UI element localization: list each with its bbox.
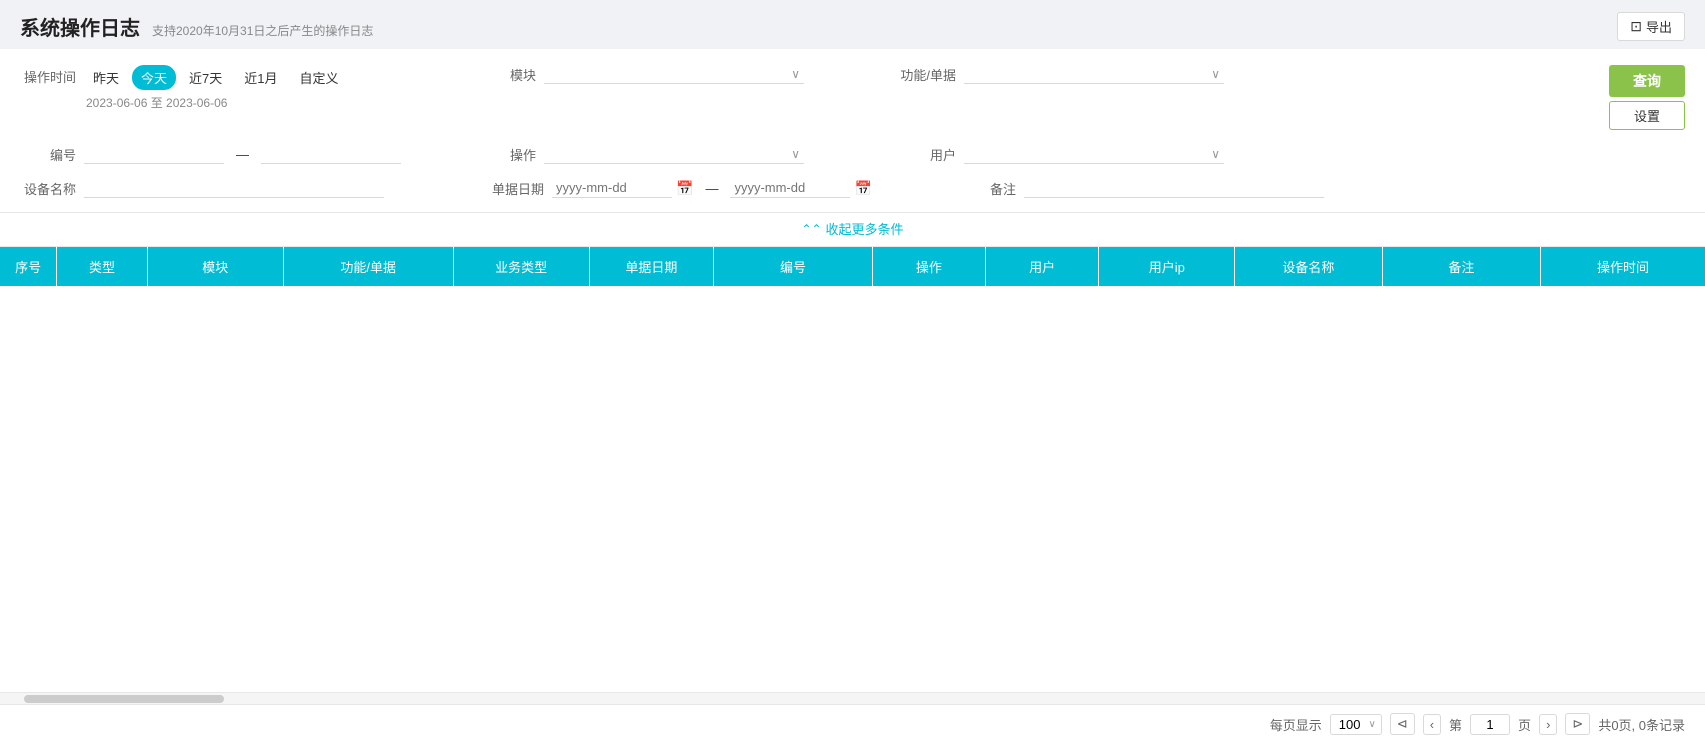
page-size-label: 每页显示 bbox=[1270, 715, 1322, 734]
total-info: 共0页, 0条记录 bbox=[1598, 715, 1685, 734]
page-number-input[interactable] bbox=[1470, 714, 1510, 735]
col-device: 设备名称 bbox=[1235, 247, 1382, 286]
number-label: 编号 bbox=[20, 145, 76, 164]
settings-button[interactable]: 设置 bbox=[1609, 101, 1685, 130]
time-btn-yesterday[interactable]: 昨天 bbox=[84, 65, 128, 90]
query-button[interactable]: 查询 bbox=[1609, 65, 1685, 97]
page-size-wrapper: 50 100 200 bbox=[1330, 714, 1382, 735]
page-size-select[interactable]: 50 100 200 bbox=[1330, 714, 1382, 735]
function-label: 功能/单据 bbox=[900, 65, 956, 84]
module-chevron-icon: ∨ bbox=[791, 67, 800, 81]
doc-date-start-group: 📅 bbox=[552, 178, 693, 198]
table-wrapper: 序号 类型 模块 功能/单据 业务类型 单据日期 编号 操作 用户 用户ip 设… bbox=[0, 247, 1705, 692]
number-input-end[interactable] bbox=[261, 144, 401, 164]
scrollbar-thumb[interactable] bbox=[24, 695, 224, 703]
time-btn-today[interactable]: 今天 bbox=[132, 65, 176, 90]
time-filter-group: 操作时间 昨天 今天 近7天 近1月 自定义 2023-06-06 至 2023… bbox=[20, 65, 440, 111]
operation-filter: 操作 ∨ bbox=[480, 145, 860, 164]
col-op: 操作 bbox=[872, 247, 985, 286]
page-first-button[interactable]: ⊲ bbox=[1390, 713, 1415, 735]
collapse-label: 收起更多条件 bbox=[826, 219, 904, 238]
time-options: 昨天 今天 近7天 近1月 自定义 2023-06-06 至 2023-06-0… bbox=[84, 65, 348, 111]
col-code: 编号 bbox=[714, 247, 873, 286]
collapse-icon: ⌃⌃ bbox=[801, 222, 821, 236]
doc-date-end-input[interactable] bbox=[730, 178, 850, 198]
operation-chevron-icon: ∨ bbox=[791, 147, 800, 161]
calendar-start-icon[interactable]: 📅 bbox=[676, 180, 693, 197]
page-wrapper: 系统操作日志 支持2020年10月31日之后产生的操作日志 ⊡ 导出 操作时间 … bbox=[0, 0, 1705, 743]
col-module: 模块 bbox=[147, 247, 283, 286]
function-filter: 功能/单据 ∨ bbox=[900, 65, 1609, 84]
function-select[interactable]: ∨ bbox=[964, 65, 1224, 84]
calendar-end-icon[interactable]: 📅 bbox=[854, 180, 871, 197]
page-last-button[interactable]: ⊳ bbox=[1565, 713, 1590, 735]
action-buttons: 查询 设置 bbox=[1609, 65, 1685, 130]
function-chevron-icon: ∨ bbox=[1211, 67, 1220, 81]
doc-date-dash: — bbox=[705, 181, 718, 196]
page-label: 第 bbox=[1449, 715, 1462, 734]
device-filter: 设备名称 bbox=[20, 178, 440, 198]
device-label: 设备名称 bbox=[20, 179, 76, 198]
collapse-bar[interactable]: ⌃⌃ 收起更多条件 bbox=[0, 213, 1705, 247]
collapse-button[interactable]: ⌃⌃ 收起更多条件 bbox=[801, 219, 903, 238]
user-select[interactable]: ∨ bbox=[964, 145, 1224, 164]
doc-date-label: 单据日期 bbox=[480, 179, 544, 198]
col-seq: 序号 bbox=[0, 247, 57, 286]
operation-label: 操作 bbox=[480, 145, 536, 164]
module-label: 模块 bbox=[480, 65, 536, 84]
user-chevron-icon: ∨ bbox=[1211, 147, 1220, 161]
col-time: 操作时间 bbox=[1541, 247, 1705, 286]
number-input-start[interactable] bbox=[84, 144, 224, 164]
device-input[interactable] bbox=[84, 178, 384, 198]
remark-input[interactable] bbox=[1024, 178, 1324, 198]
col-biz: 业务类型 bbox=[453, 247, 589, 286]
page-unit: 页 bbox=[1518, 715, 1531, 734]
pagination-bar: 每页显示 50 100 200 ⊲ ‹ 第 页 › ⊳ 共0页, 0条记录 bbox=[0, 704, 1705, 743]
doc-date-filter: 单据日期 📅 — 📅 bbox=[480, 178, 920, 198]
doc-date-end-group: 📅 bbox=[730, 178, 871, 198]
remark-label: 备注 bbox=[960, 179, 1016, 198]
doc-date-start-input[interactable] bbox=[552, 178, 672, 198]
page-prev-button[interactable]: ‹ bbox=[1423, 714, 1441, 735]
col-remark: 备注 bbox=[1382, 247, 1541, 286]
number-dash: — bbox=[236, 147, 249, 162]
operation-select[interactable]: ∨ bbox=[544, 145, 804, 164]
export-label: 导出 bbox=[1646, 17, 1672, 36]
page-subtitle: 支持2020年10月31日之后产生的操作日志 bbox=[152, 22, 373, 39]
col-type: 类型 bbox=[57, 247, 148, 286]
export-button[interactable]: ⊡ 导出 bbox=[1617, 12, 1685, 41]
time-btn-1month[interactable]: 近1月 bbox=[235, 65, 286, 90]
export-icon: ⊡ bbox=[1630, 18, 1642, 35]
col-user: 用户 bbox=[986, 247, 1099, 286]
scrollbar-area[interactable] bbox=[0, 692, 1705, 704]
remark-filter: 备注 bbox=[960, 178, 1685, 198]
time-buttons: 昨天 今天 近7天 近1月 自定义 bbox=[84, 65, 348, 90]
time-label: 操作时间 bbox=[20, 65, 76, 86]
time-date-range: 2023-06-06 至 2023-06-06 bbox=[84, 94, 348, 111]
col-func: 功能/单据 bbox=[283, 247, 453, 286]
user-label: 用户 bbox=[900, 145, 956, 164]
page-title: 系统操作日志 bbox=[20, 12, 140, 41]
col-date: 单据日期 bbox=[589, 247, 714, 286]
col-ip: 用户ip bbox=[1099, 247, 1235, 286]
data-table: 序号 类型 模块 功能/单据 业务类型 单据日期 编号 操作 用户 用户ip 设… bbox=[0, 247, 1705, 286]
header-left: 系统操作日志 支持2020年10月31日之后产生的操作日志 bbox=[20, 12, 373, 41]
time-btn-custom[interactable]: 自定义 bbox=[291, 65, 348, 90]
user-filter: 用户 ∨ bbox=[900, 145, 1685, 164]
page-header: 系统操作日志 支持2020年10月31日之后产生的操作日志 ⊡ 导出 bbox=[0, 0, 1705, 49]
table-header-row: 序号 类型 模块 功能/单据 业务类型 单据日期 编号 操作 用户 用户ip 设… bbox=[0, 247, 1705, 286]
module-select[interactable]: ∨ bbox=[544, 65, 804, 84]
module-filter: 模块 ∨ bbox=[480, 65, 860, 84]
number-filter: 编号 — bbox=[20, 144, 440, 164]
filter-area: 操作时间 昨天 今天 近7天 近1月 自定义 2023-06-06 至 2023… bbox=[0, 49, 1705, 213]
page-next-button[interactable]: › bbox=[1539, 714, 1557, 735]
time-btn-7days[interactable]: 近7天 bbox=[180, 65, 231, 90]
